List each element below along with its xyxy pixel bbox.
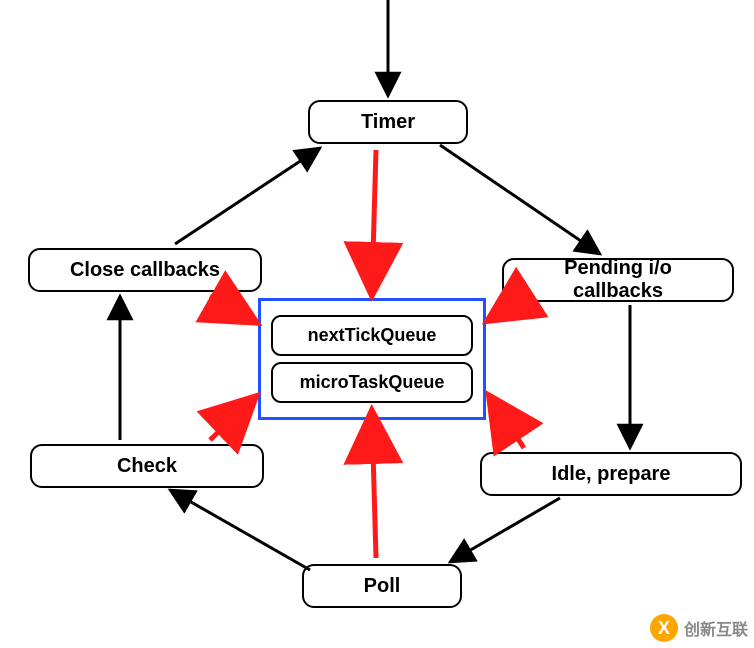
node-check: Check [30, 444, 264, 488]
node-poll: Poll [302, 564, 462, 608]
label-check: Check [117, 455, 177, 478]
label-microtask: microTaskQueue [300, 372, 445, 392]
arrow-close-to-timer [175, 148, 320, 244]
redarrow-from-poll [372, 416, 376, 558]
redarrow-from-pending [492, 300, 520, 318]
arrow-timer-to-pending [440, 145, 600, 254]
watermark-icon-letter: X [658, 618, 670, 639]
watermark-text: 创新互联 [684, 616, 748, 640]
label-poll: Poll [364, 575, 401, 598]
label-idle: Idle, prepare [552, 463, 671, 486]
node-pending: Pending i/o callbacks [502, 258, 734, 302]
arrow-idle-to-poll [450, 498, 560, 562]
redarrow-from-close [210, 296, 252, 320]
arrow-poll-to-check [170, 490, 310, 570]
label-nexttick: nextTickQueue [308, 325, 437, 345]
redarrow-from-check [210, 400, 252, 440]
node-nexttick: nextTickQueue [271, 315, 473, 356]
label-timer: Timer [361, 111, 415, 134]
watermark-icon: X [650, 614, 678, 642]
node-timer: Timer [308, 100, 468, 144]
node-microtask: microTaskQueue [271, 362, 473, 403]
watermark: X 创新互联 [650, 614, 748, 642]
node-close: Close callbacks [28, 248, 262, 292]
redarrow-from-timer [372, 150, 376, 290]
label-close: Close callbacks [70, 259, 220, 282]
redarrow-from-idle [492, 400, 524, 448]
center-queue-box: nextTickQueue microTaskQueue [258, 298, 486, 420]
node-idle: Idle, prepare [480, 452, 742, 496]
label-pending: Pending i/o callbacks [518, 257, 718, 303]
